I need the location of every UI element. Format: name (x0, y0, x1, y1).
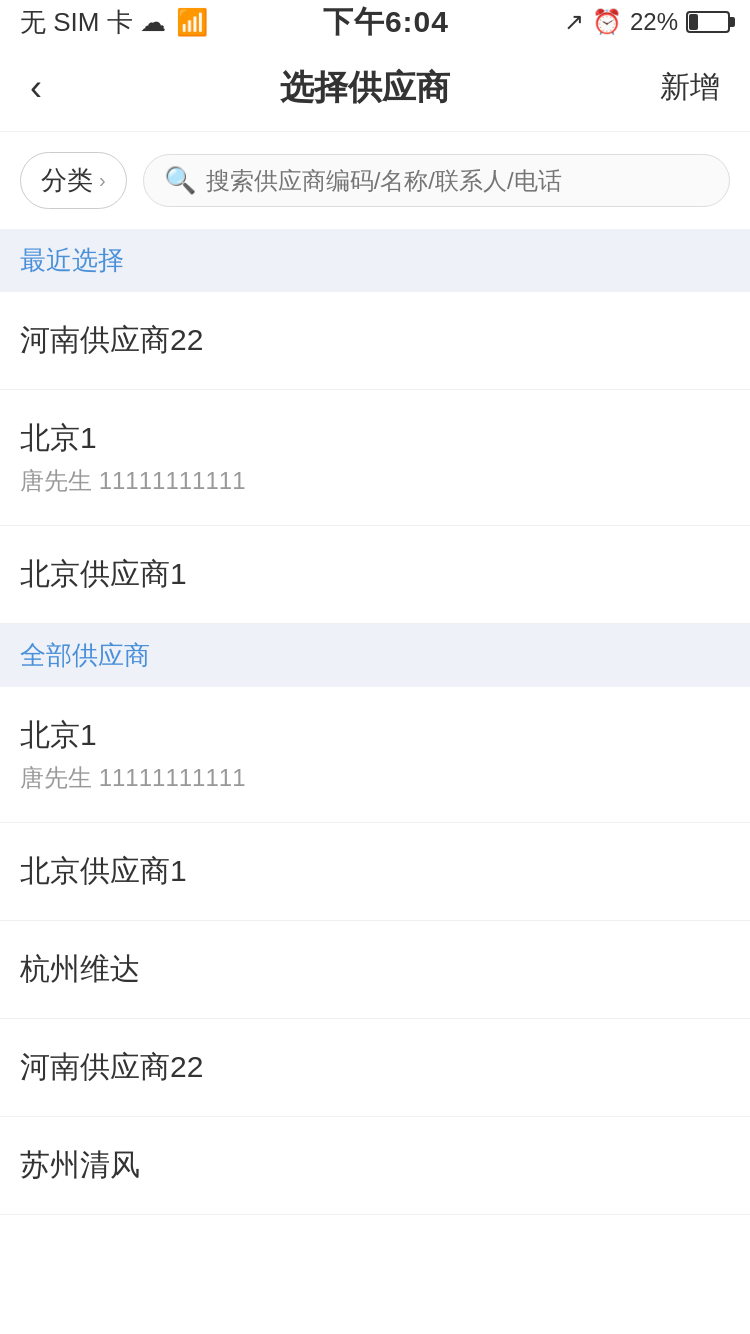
list-item[interactable]: 北京1 唐先生 11111111111 (0, 390, 750, 526)
item-name: 北京1 (20, 715, 730, 756)
list-item[interactable]: 北京供应商1 (0, 526, 750, 624)
sim-status: 无 SIM 卡 ☁ (20, 5, 166, 40)
item-name: 河南供应商22 (20, 320, 730, 361)
recent-section-header: 最近选择 (0, 229, 750, 292)
status-left: 无 SIM 卡 ☁ 📶 (20, 5, 208, 40)
category-filter-button[interactable]: 分类 › (20, 152, 127, 209)
all-section-header: 全部供应商 (0, 624, 750, 687)
item-sub: 唐先生 11111111111 (20, 465, 730, 497)
item-name: 北京供应商1 (20, 851, 730, 892)
search-icon: 🔍 (164, 165, 196, 196)
battery-percentage: 22% (630, 8, 678, 36)
add-button[interactable]: 新增 (640, 67, 720, 108)
recent-list: 河南供应商22 北京1 唐先生 11111111111 北京供应商1 (0, 292, 750, 624)
back-button[interactable]: ‹ (30, 67, 90, 109)
search-box[interactable]: 🔍 (143, 154, 730, 207)
list-item[interactable]: 苏州清风 (0, 1117, 750, 1215)
filter-bar: 分类 › 🔍 (0, 132, 750, 229)
item-name: 苏州清风 (20, 1145, 730, 1186)
item-name: 北京1 (20, 418, 730, 459)
category-label: 分类 (41, 163, 93, 198)
all-suppliers-list: 北京1 唐先生 11111111111 北京供应商1 杭州维达 河南供应商22 苏… (0, 687, 750, 1215)
list-item[interactable]: 北京供应商1 (0, 823, 750, 921)
recent-section-label: 最近选择 (20, 245, 124, 275)
battery-icon (686, 11, 730, 33)
chevron-right-icon: › (99, 169, 106, 192)
nav-bar: ‹ 选择供应商 新增 (0, 44, 750, 132)
wifi-icon: 📶 (176, 7, 208, 38)
item-name: 杭州维达 (20, 949, 730, 990)
status-right: ↗ ⏰ 22% (564, 8, 730, 36)
item-name: 北京供应商1 (20, 554, 730, 595)
all-section-label: 全部供应商 (20, 640, 150, 670)
search-input[interactable] (206, 167, 709, 195)
list-item[interactable]: 北京1 唐先生 11111111111 (0, 687, 750, 823)
item-sub: 唐先生 11111111111 (20, 762, 730, 794)
location-icon: ↗ (564, 8, 584, 36)
list-item[interactable]: 河南供应商22 (0, 292, 750, 390)
status-bar: 无 SIM 卡 ☁ 📶 下午6:04 ↗ ⏰ 22% (0, 0, 750, 44)
item-name: 河南供应商22 (20, 1047, 730, 1088)
status-time: 下午6:04 (323, 2, 449, 43)
page-title: 选择供应商 (90, 65, 640, 111)
alarm-icon: ⏰ (592, 8, 622, 36)
list-item[interactable]: 杭州维达 (0, 921, 750, 1019)
list-item[interactable]: 河南供应商22 (0, 1019, 750, 1117)
